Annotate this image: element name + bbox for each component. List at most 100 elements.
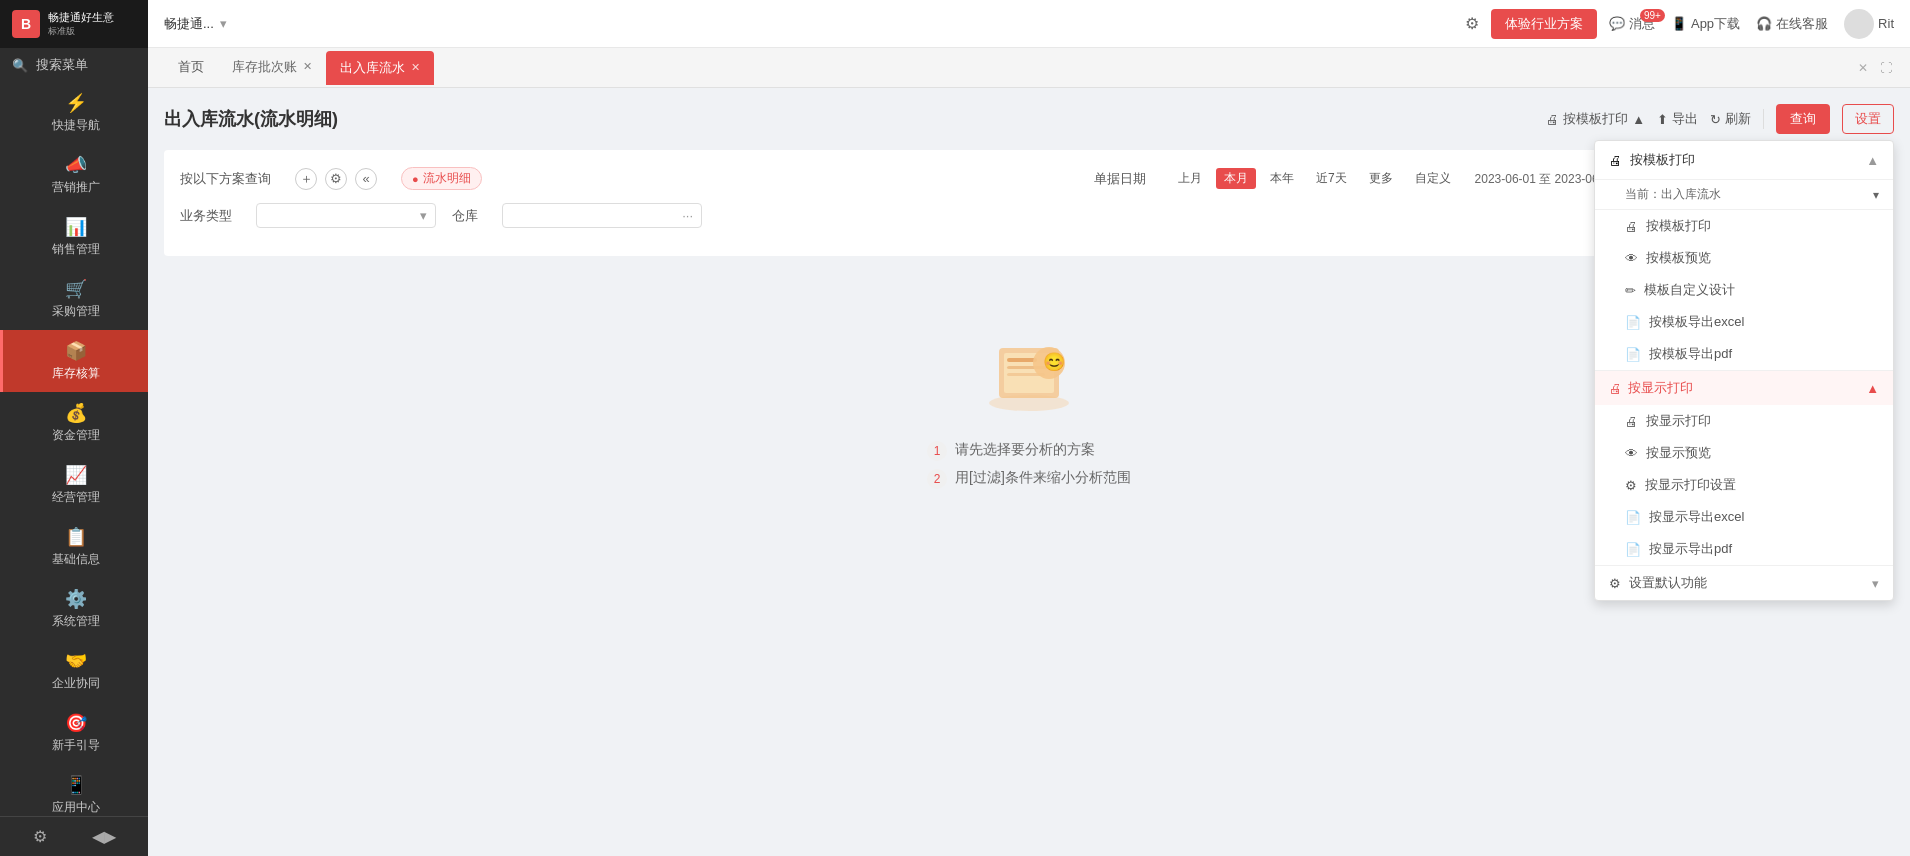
filter-collapse-button[interactable]: « (355, 168, 377, 190)
dp-item-display-excel[interactable]: 📄 按显示导出excel (1595, 501, 1893, 533)
settings-button[interactable]: 设置 (1842, 104, 1894, 134)
default-func-arrow-icon: ▾ (1872, 576, 1879, 591)
tab-batch-account-close-icon[interactable]: ✕ (303, 60, 312, 73)
tab-home[interactable]: 首页 (164, 50, 218, 86)
sidebar-item-label: 快捷导航 (52, 117, 100, 134)
dp-section-display[interactable]: 🖨 按显示打印 ▲ (1595, 371, 1893, 405)
topbar-avatar-area[interactable]: Rit (1844, 9, 1894, 39)
empty-steps: 1 请先选择要分析的方案 2 用[过滤]条件来缩小分析范围 (927, 441, 1131, 497)
sidebar-item-label: 经营管理 (52, 489, 100, 506)
biz-type-select[interactable]: ▾ (256, 203, 436, 228)
sidebar-item-sales[interactable]: 📊 销售管理 (0, 206, 148, 268)
sidebar-item-operations[interactable]: 📈 经营管理 (0, 454, 148, 516)
sidebar-item-cooperation[interactable]: 🤝 企业协同 (0, 640, 148, 702)
step-2-text: 用[过滤]条件来缩小分析范围 (955, 469, 1131, 487)
query-button[interactable]: 查询 (1776, 104, 1830, 134)
dp-item-template-preview[interactable]: 👁 按模板预览 (1595, 242, 1893, 274)
filter-settings-button[interactable]: ⚙ (325, 168, 347, 190)
export-button[interactable]: ⬆ 导出 (1657, 110, 1698, 128)
inventory-icon: 📦 (65, 340, 87, 362)
date-btn-this-year[interactable]: 本年 (1262, 168, 1302, 189)
print-template-label: 按模板打印 (1563, 110, 1628, 128)
logo-name: 畅捷通好生意 (48, 10, 114, 24)
sidebar-scroll: ⚡ 快捷导航 📣 营销推广 📊 销售管理 🛒 采购管理 📦 库存核算 💰 资金管… (0, 82, 148, 816)
dp-item-display-print-settings[interactable]: ⚙ 按显示打印设置 (1595, 469, 1893, 501)
sidebar-item-quick-nav[interactable]: ⚡ 快捷导航 (0, 82, 148, 144)
dp-item-template-excel[interactable]: 📄 按模板导出excel (1595, 306, 1893, 338)
tab-flow-close-icon[interactable]: ✕ (411, 61, 420, 74)
sidebar-collapse-icon[interactable]: ◀▶ (92, 827, 116, 846)
sidebar-item-guide[interactable]: 🎯 新手引导 (0, 702, 148, 764)
display-print-settings-label: 按显示打印设置 (1645, 476, 1736, 494)
dp-item-default-func[interactable]: ⚙ 设置默认功能 ▾ (1595, 566, 1893, 600)
sidebar-item-search-menu[interactable]: 🔍 搜索菜单 (0, 48, 148, 82)
tab-bar-max-icon[interactable]: ⛶ (1878, 61, 1894, 75)
page-header: 出入库流水(流水明细) 🖨 按模板打印 ▲ ⬆ 导出 ↻ 刷新 查询 设置 (164, 104, 1894, 134)
display-excel-label: 按显示导出excel (1649, 508, 1744, 526)
display-pdf-label: 按显示导出pdf (1649, 540, 1732, 558)
sidebar-item-app-center[interactable]: 📱 应用中心 (0, 764, 148, 816)
topbar-gear-icon[interactable]: ⚙ (1465, 14, 1479, 33)
filter-tag-label: 流水明细 (423, 170, 471, 187)
display-print-label: 按显示打印 (1646, 412, 1711, 430)
dp-item-template-pdf[interactable]: 📄 按模板导出pdf (1595, 338, 1893, 370)
print-template-button[interactable]: 🖨 按模板打印 ▲ (1546, 110, 1645, 128)
filter-tag-dot: ● (412, 173, 419, 185)
tab-flow[interactable]: 出入库流水 ✕ (326, 51, 434, 85)
date-btn-7days[interactable]: 近7天 (1308, 168, 1355, 189)
app-download-label: App下载 (1691, 15, 1740, 33)
purchase-icon: 🛒 (65, 278, 87, 300)
action-divider (1763, 109, 1764, 129)
page-actions: 🖨 按模板打印 ▲ ⬆ 导出 ↻ 刷新 查询 设置 (1546, 104, 1894, 134)
template-preview-icon: 👁 (1625, 251, 1638, 266)
dp-toggle-icon[interactable]: ▲ (1866, 153, 1879, 168)
trial-button[interactable]: 体验行业方案 (1491, 9, 1597, 39)
display-section-text: 按显示打印 (1628, 379, 1693, 397)
date-btn-last-month[interactable]: 上月 (1170, 168, 1210, 189)
template-custom-icon: ✏ (1625, 283, 1636, 298)
search-icon: 🔍 (12, 58, 28, 73)
refresh-button[interactable]: ↻ 刷新 (1710, 110, 1751, 128)
sidebar-item-basic-info[interactable]: 📋 基础信息 (0, 516, 148, 578)
printer-icon: 🖨 (1546, 112, 1559, 127)
date-btn-more[interactable]: 更多 (1361, 168, 1401, 189)
sidebar-item-label: 采购管理 (52, 303, 100, 320)
sidebar-item-purchase[interactable]: 🛒 采购管理 (0, 268, 148, 330)
sidebar-logo: B 畅捷通好生意 标准版 (0, 0, 148, 48)
display-preview-icon: 👁 (1625, 446, 1638, 461)
svg-text:😊: 😊 (1043, 351, 1066, 373)
dropdown-panel: 🖨 按模板打印 ▲ 当前：出入库流水 ▾ 🖨 按模板打印 👁 按模板预览 ✏ 模 (1594, 140, 1894, 601)
sidebar-item-label: 基础信息 (52, 551, 100, 568)
topbar-message[interactable]: 💬 消息 99+ (1609, 15, 1655, 33)
sidebar-item-funds[interactable]: 💰 资金管理 (0, 392, 148, 454)
date-btn-this-month[interactable]: 本月 (1216, 168, 1256, 189)
warehouse-select[interactable]: ··· (502, 203, 702, 228)
sidebar-settings-icon[interactable]: ⚙ (33, 827, 47, 846)
sidebar-item-label: 营销推广 (52, 179, 100, 196)
dp-item-display-pdf[interactable]: 📄 按显示导出pdf (1595, 533, 1893, 565)
step-2-num: 2 (927, 469, 947, 489)
filter-tag-item[interactable]: ● 流水明细 (401, 167, 482, 190)
sidebar-item-system[interactable]: ⚙️ 系统管理 (0, 578, 148, 640)
display-excel-icon: 📄 (1625, 510, 1641, 525)
sidebar-item-label: 新手引导 (52, 737, 100, 754)
dp-current: 当前：出入库流水 ▾ (1595, 180, 1893, 209)
dp-item-template-custom[interactable]: ✏ 模板自定义设计 (1595, 274, 1893, 306)
topbar-right: 💬 消息 99+ 📱 App下载 🎧 在线客服 Rit (1609, 9, 1894, 39)
sidebar-item-label: 资金管理 (52, 427, 100, 444)
dp-item-display-preview[interactable]: 👁 按显示预览 (1595, 437, 1893, 469)
topbar-app-download[interactable]: 📱 App下载 (1671, 15, 1740, 33)
tab-bar-close-icon[interactable]: ✕ (1856, 61, 1870, 75)
tab-batch-account[interactable]: 库存批次账 ✕ (218, 50, 326, 86)
export-label: 导出 (1672, 110, 1698, 128)
topbar-customer-service[interactable]: 🎧 在线客服 (1756, 15, 1828, 33)
topbar-user-dropdown-icon[interactable]: ▾ (220, 16, 227, 31)
dp-item-template-print[interactable]: 🖨 按模板打印 (1595, 210, 1893, 242)
date-btn-custom[interactable]: 自定义 (1407, 168, 1459, 189)
filter-add-button[interactable]: ＋ (295, 168, 317, 190)
step-1-num: 1 (927, 441, 947, 461)
refresh-label: 刷新 (1725, 110, 1751, 128)
sidebar-item-inventory[interactable]: 📦 库存核算 (0, 330, 148, 392)
sidebar-item-marketing[interactable]: 📣 营销推广 (0, 144, 148, 206)
dp-item-display-print[interactable]: 🖨 按显示打印 (1595, 405, 1893, 437)
